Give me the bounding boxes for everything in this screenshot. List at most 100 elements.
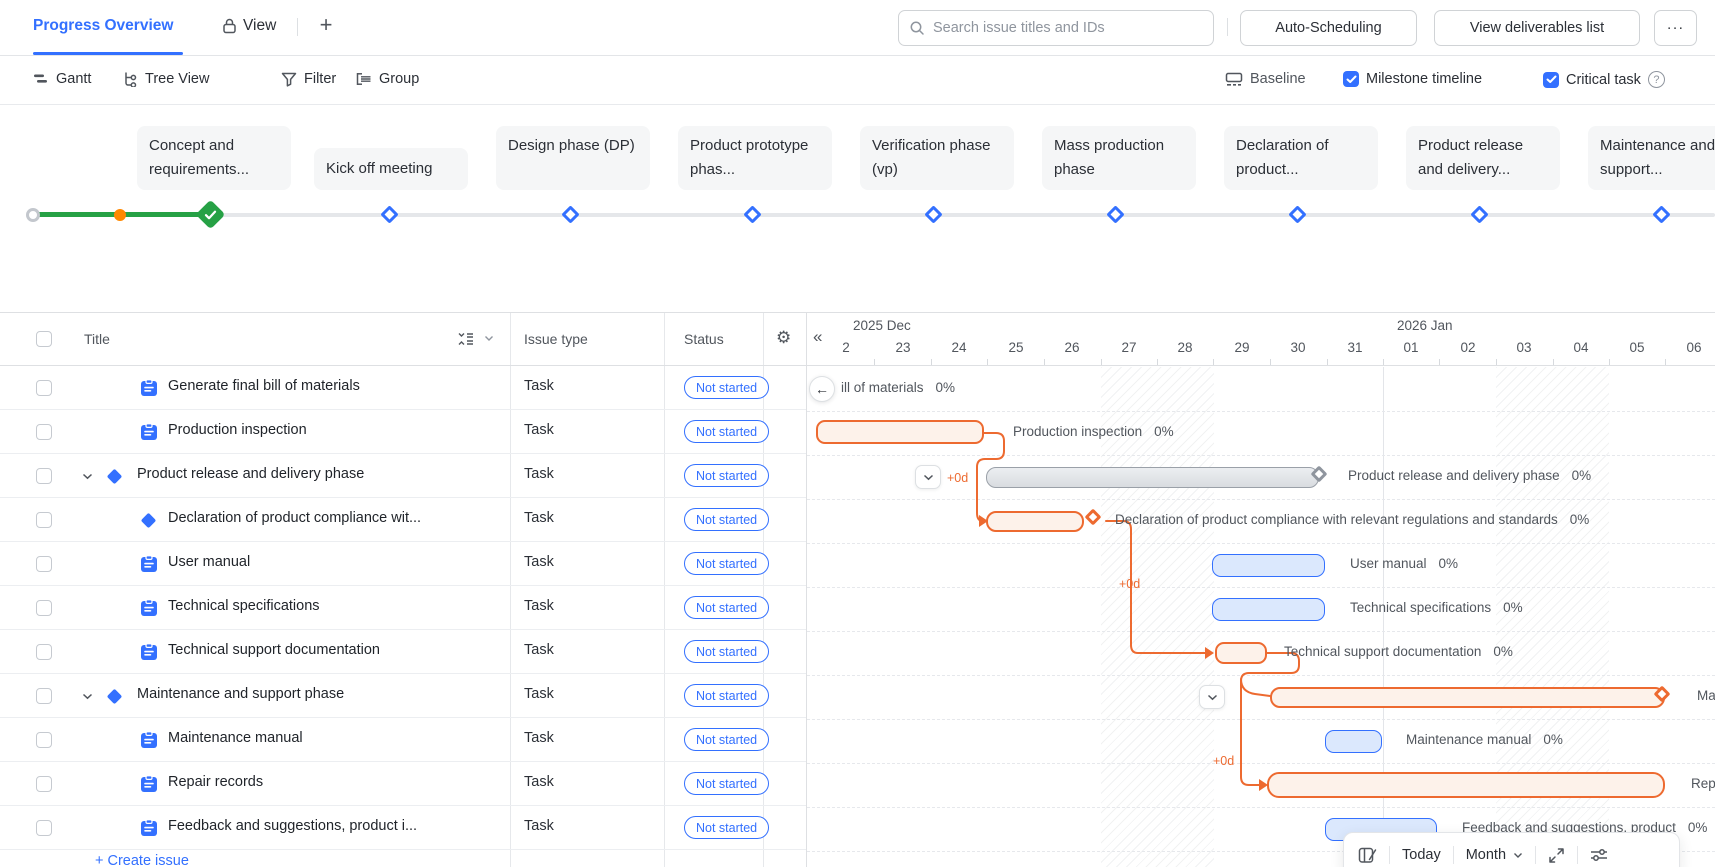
table-row[interactable]: Feedback and suggestions, product i... T… (0, 806, 806, 850)
collapse-panel-icon[interactable]: « (813, 327, 822, 347)
search-input[interactable] (933, 20, 1203, 36)
day-label: 23 (895, 340, 911, 355)
collapse-chevron-icon[interactable] (82, 473, 93, 480)
title-header-caret-icon[interactable] (484, 335, 494, 342)
table-row[interactable]: User manual Task Not started (0, 542, 806, 586)
table-row[interactable]: Maintenance manual Task Not started (0, 718, 806, 762)
row-checkbox[interactable] (36, 644, 52, 660)
gantt-mode-button[interactable]: Gantt (33, 71, 91, 87)
critical-task-toggle[interactable]: Critical task ? (1543, 71, 1665, 88)
milestone-card[interactable]: Concept and requirements... (137, 126, 291, 190)
milestone-diamond-icon[interactable] (1470, 205, 1489, 224)
search-box[interactable] (898, 10, 1214, 46)
milestone-card[interactable]: Kick off meeting (314, 148, 468, 190)
add-view-button[interactable]: + (312, 12, 340, 38)
fullscreen-icon[interactable] (1548, 847, 1565, 864)
table-row[interactable]: Technical specifications Task Not starte… (0, 586, 806, 630)
group-button[interactable]: Group (356, 71, 419, 87)
table-row[interactable]: Repair records Task Not started (0, 762, 806, 806)
milestone-card[interactable]: Product release and delivery... (1406, 126, 1560, 190)
row-checkbox[interactable] (36, 776, 52, 792)
table-settings-gear-icon[interactable]: ⚙ (776, 328, 791, 348)
gantt-bar-critical[interactable] (1215, 642, 1267, 664)
auto-scheduling-button[interactable]: Auto-Scheduling (1240, 10, 1417, 46)
table-row[interactable]: Production inspection Task Not started (0, 410, 806, 454)
row-checkbox[interactable] (36, 512, 52, 528)
table-row[interactable]: Technical support documentation Task Not… (0, 630, 806, 674)
tab-view[interactable]: View (222, 17, 276, 35)
scroll-to-bar-button[interactable]: ← (809, 376, 835, 402)
row-checkbox[interactable] (36, 468, 52, 484)
more-actions-button[interactable]: ··· (1654, 10, 1697, 46)
status-badge[interactable]: Not started (684, 420, 770, 443)
row-checkbox[interactable] (36, 820, 52, 836)
milestone-diamond-icon[interactable] (1652, 205, 1671, 224)
issue-type-column-header[interactable]: Issue type (524, 331, 588, 347)
milestone-diamond-icon[interactable] (1084, 508, 1102, 526)
milestone-diamond-icon[interactable] (743, 205, 762, 224)
gantt-bar[interactable] (1212, 598, 1325, 621)
status-badge[interactable]: Not started (684, 816, 770, 839)
gantt-bar-critical[interactable] (1267, 772, 1665, 798)
table-row[interactable]: Product release and delivery phase Task … (0, 454, 806, 498)
status-badge[interactable]: Not started (684, 376, 770, 399)
gantt-bar[interactable] (1212, 554, 1325, 577)
milestone-timeline-checkbox[interactable] (1343, 71, 1359, 87)
tree-view-button[interactable]: Tree View (122, 71, 209, 87)
row-checkbox[interactable] (36, 380, 52, 396)
milestone-diamond-icon[interactable] (1106, 205, 1125, 224)
milestone-card[interactable]: Product prototype phas... (678, 126, 832, 190)
milestone-diamond-icon[interactable] (1288, 205, 1307, 224)
expand-bar-chevron-button[interactable] (915, 465, 941, 489)
milestone-card[interactable]: Design phase (DP) (496, 126, 650, 190)
status-column-header[interactable]: Status (684, 331, 724, 347)
row-checkbox[interactable] (36, 556, 52, 572)
filter-button[interactable]: Filter (281, 71, 336, 87)
create-issue-button[interactable]: + Create issue (95, 853, 189, 867)
milestone-diamond-icon[interactable] (924, 205, 943, 224)
view-deliverables-button[interactable]: View deliverables list (1434, 10, 1640, 46)
table-row[interactable]: Declaration of product compliance wit...… (0, 498, 806, 542)
milestone-diamond-icon[interactable] (561, 205, 580, 224)
gantt-bar-summary[interactable] (986, 467, 1319, 488)
collapse-chevron-icon[interactable] (82, 693, 93, 700)
critical-task-checkbox[interactable] (1543, 71, 1559, 88)
milestone-diamond-icon[interactable] (380, 205, 399, 224)
status-badge[interactable]: Not started (684, 728, 770, 751)
title-column-header[interactable]: Title (84, 331, 110, 347)
critical-task-help-icon[interactable]: ? (1647, 71, 1665, 88)
status-badge[interactable]: Not started (684, 508, 770, 531)
milestone-done-diamond-icon[interactable] (195, 199, 226, 230)
status-badge[interactable]: Not started (684, 640, 770, 663)
display-settings-sliders-icon[interactable] (1590, 848, 1608, 862)
milestone-timeline-toggle[interactable]: Milestone timeline (1343, 71, 1482, 87)
status-badge[interactable]: Not started (684, 596, 770, 619)
status-badge[interactable]: Not started (684, 684, 770, 707)
gantt-bar[interactable] (1325, 730, 1382, 753)
row-checkbox[interactable] (36, 600, 52, 616)
row-checkbox[interactable] (36, 732, 52, 748)
table-header: Title Issue type Status ⚙ (0, 313, 806, 366)
gantt-bar-summary-critical[interactable] (1270, 687, 1665, 708)
milestone-card[interactable]: Verification phase (vp) (860, 126, 1014, 190)
table-row[interactable]: Generate final bill of materials Task No… (0, 366, 806, 410)
milestone-card[interactable]: Mass production phase (1042, 126, 1196, 190)
milestone-card[interactable]: Maintenance and support... (1588, 126, 1715, 190)
gantt-bar-critical[interactable] (816, 420, 984, 444)
status-badge[interactable]: Not started (684, 552, 770, 575)
milestone-card[interactable]: Declaration of product... (1224, 126, 1378, 190)
expand-bar-chevron-button[interactable] (1199, 685, 1225, 709)
zoom-scale-dropdown[interactable]: Month (1466, 847, 1523, 863)
tab-progress-overview[interactable]: Progress Overview (33, 17, 173, 35)
row-checkbox[interactable] (36, 424, 52, 440)
select-all-checkbox[interactable] (36, 331, 52, 347)
table-row[interactable]: Maintenance and support phase Task Not s… (0, 674, 806, 718)
field-config-icon[interactable] (1358, 847, 1377, 864)
today-button[interactable]: Today (1402, 847, 1441, 863)
collapse-expand-all-icon[interactable] (458, 331, 480, 347)
gantt-bar-critical[interactable] (986, 511, 1084, 532)
row-checkbox[interactable] (36, 688, 52, 704)
status-badge[interactable]: Not started (684, 464, 770, 487)
baseline-button[interactable]: Baseline (1225, 71, 1306, 87)
status-badge[interactable]: Not started (684, 772, 770, 795)
